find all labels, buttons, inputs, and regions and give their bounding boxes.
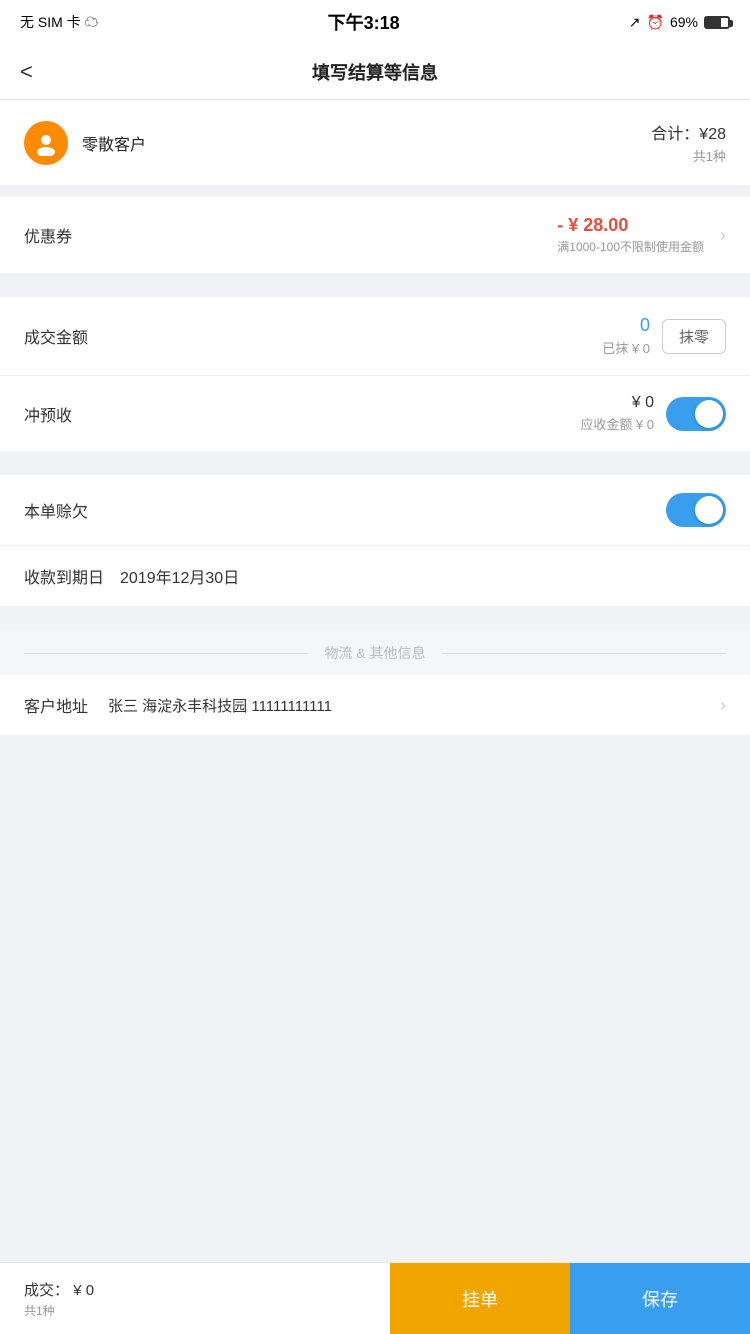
due-date-value: 2019年12月30日 — [120, 564, 239, 588]
prepayment-row: 冲预收 ¥ 0 应收金额 ¥ 0 — [0, 376, 750, 451]
prepayment-right: ¥ 0 应收金额 ¥ 0 — [580, 394, 726, 433]
debt-right — [666, 493, 726, 527]
deal-amount-wrap: 0 已抹 ¥ 0 — [602, 315, 650, 357]
deal-amount-sub: 已抹 ¥ 0 — [602, 338, 650, 357]
coupon-row[interactable]: 优惠券 - ¥ 28.00 满1000-100不限制使用金额 › — [0, 197, 750, 273]
deal-amount-row: 成交金额 0 已抹 ¥ 0 抹零 — [0, 297, 750, 376]
customer-left: 零散客户 — [24, 121, 146, 165]
deal-amount-right: 0 已抹 ¥ 0 抹零 — [602, 315, 726, 357]
nav-bar: < 填写结算等信息 — [0, 44, 750, 100]
bottom-deal: 成交： ¥ 0 — [24, 1279, 366, 1300]
due-date-row: 收款到期日 2019年12月30日 — [0, 546, 750, 607]
section-sep-2 — [0, 463, 750, 475]
address-row[interactable]: 客户地址 张三 海淀永丰科技园 11111111111 › — [0, 675, 750, 735]
address-label: 客户地址 — [24, 693, 88, 717]
debt-row: 本单赊欠 — [0, 475, 750, 546]
logistics-title: 物流 & 其他信息 — [324, 643, 425, 663]
chevron-right-icon: › — [720, 225, 726, 246]
bottom-bar: 成交： ¥ 0 共1种 挂单 保存 — [0, 1262, 750, 1334]
coupon-right: - ¥ 28.00 满1000-100不限制使用金额 › — [557, 215, 726, 255]
location-icon: ↗ — [629, 14, 641, 31]
empty-space — [0, 747, 750, 927]
no-sim-label: 无 SIM 卡 ☁ — [20, 12, 99, 32]
status-bar: 无 SIM 卡 ☁ 下午3:18 ↗ ⏰ 69% — [0, 0, 750, 44]
address-chevron-icon: › — [720, 695, 726, 716]
coupon-label: 优惠券 — [24, 223, 72, 247]
deal-section: 成交金额 0 已抹 ¥ 0 抹零 冲预收 ¥ 0 应收金额 ¥ 0 — [0, 297, 750, 451]
debt-label: 本单赊欠 — [24, 498, 88, 522]
page-title: 填写结算等信息 — [312, 59, 438, 85]
bottom-count: 共1种 — [24, 1302, 366, 1319]
total-amount: 合计：¥28 — [651, 120, 726, 144]
coupon-value-wrap: - ¥ 28.00 满1000-100不限制使用金额 — [557, 215, 704, 255]
customer-total: 合计：¥28 共1种 — [651, 120, 726, 165]
logistics-line-right — [442, 653, 726, 654]
status-time: 下午3:18 — [328, 9, 400, 35]
deal-amount-label: 成交金额 — [24, 324, 88, 348]
section-sep-1 — [0, 285, 750, 297]
battery-label: 69% — [670, 14, 698, 30]
due-date-label: 收款到期日 — [24, 564, 104, 588]
avatar — [24, 121, 68, 165]
section-sep-3 — [0, 619, 750, 631]
bottom-info: 成交： ¥ 0 共1种 — [0, 1279, 390, 1319]
bottom-deal-label: 成交： — [24, 1282, 69, 1299]
prepayment-label: 冲预收 — [24, 402, 72, 426]
coupon-section: 优惠券 - ¥ 28.00 满1000-100不限制使用金额 › — [0, 197, 750, 273]
prepayment-value: ¥ 0 — [580, 394, 654, 412]
debt-section: 本单赊欠 收款到期日 2019年12月30日 — [0, 475, 750, 607]
prepayment-toggle[interactable] — [666, 397, 726, 431]
save-button[interactable]: 保存 — [570, 1263, 750, 1334]
battery-icon — [704, 16, 730, 29]
round-zero-button[interactable]: 抹零 — [662, 319, 726, 354]
alarm-icon: ⏰ — [647, 14, 664, 31]
address-value: 张三 海淀永丰科技园 11111111111 — [108, 695, 716, 716]
customer-row: 零散客户 合计：¥28 共1种 — [0, 100, 750, 185]
status-right: ↗ ⏰ 69% — [629, 14, 730, 31]
coupon-value: - ¥ 28.00 — [557, 215, 704, 236]
total-count: 共1种 — [651, 146, 726, 165]
prepayment-wrap: ¥ 0 应收金额 ¥ 0 — [580, 394, 654, 433]
customer-name: 零散客户 — [82, 131, 146, 155]
back-button[interactable]: < — [20, 59, 33, 85]
logistics-header: 物流 & 其他信息 — [0, 631, 750, 675]
logistics-line-left — [24, 653, 308, 654]
hang-button[interactable]: 挂单 — [390, 1263, 570, 1334]
coupon-sub: 满1000-100不限制使用金额 — [557, 238, 704, 255]
status-left: 无 SIM 卡 ☁ — [20, 12, 99, 32]
deal-amount-value: 0 — [602, 315, 650, 336]
prepayment-sub: 应收金额 ¥ 0 — [580, 414, 654, 433]
bottom-deal-value: ¥ 0 — [73, 1282, 94, 1299]
debt-toggle[interactable] — [666, 493, 726, 527]
